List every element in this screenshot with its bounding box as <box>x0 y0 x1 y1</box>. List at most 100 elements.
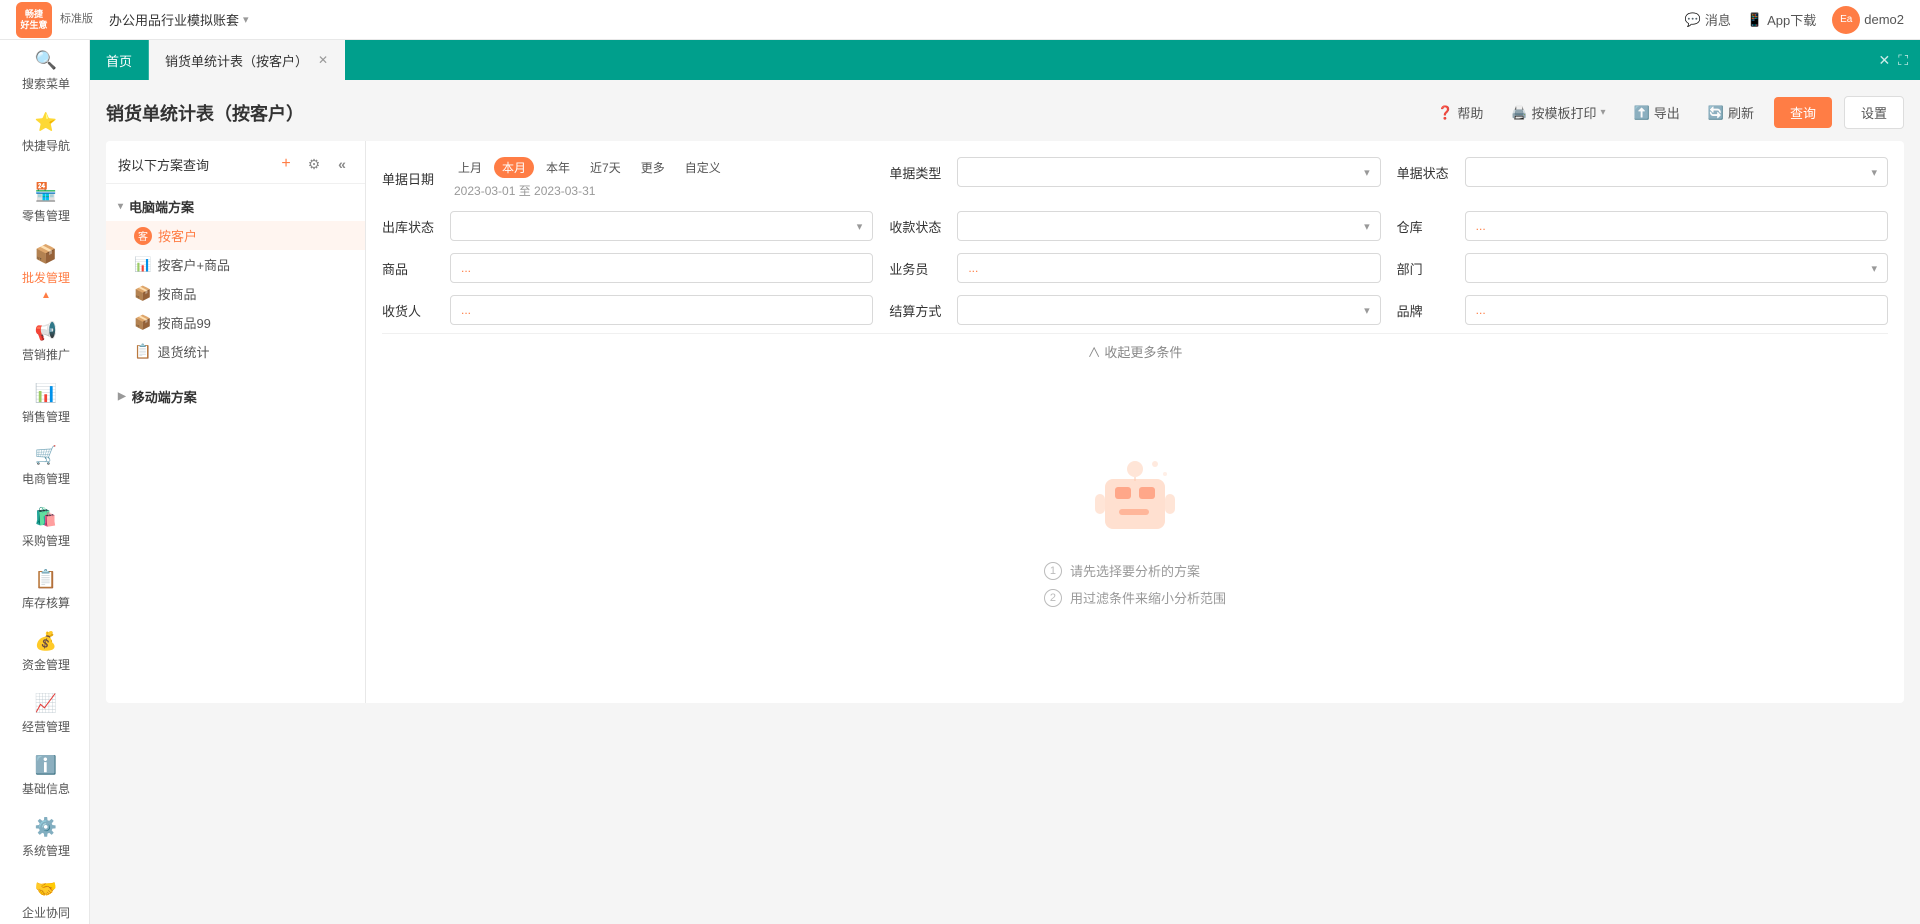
receiver-select[interactable]: ... <box>450 295 873 325</box>
sidebar-item-sales[interactable]: 📊 销售管理 <box>0 373 89 435</box>
purchase-icon: 🛍️ <box>35 507 57 528</box>
collapse-bar[interactable]: ∧ 收起更多条件 <box>382 333 1888 369</box>
settings-btn[interactable]: 设置 <box>1844 96 1904 129</box>
filter-receiver-item: 收货人 ... <box>382 295 873 325</box>
sidebar-item-purchase[interactable]: 🛍️ 采购管理 <box>0 497 89 559</box>
sidebar: 🔍 搜索菜单 ⭐ 快捷导航 🏪 零售管理 📦 批发管理 ▲ 📢 营销推广 📊 销… <box>0 40 90 924</box>
top-bar-left: 畅捷好生意 标准版 办公用品行业模拟账套 ▾ <box>16 2 249 38</box>
hint-text-2: 用过滤条件来缩小分析范围 <box>1070 588 1226 607</box>
tree-item-return-stats[interactable]: 📋 退货统计 <box>106 337 365 366</box>
tab-home[interactable]: 首页 <box>90 40 149 80</box>
app-download-btn[interactable]: 📱 App下载 <box>1747 10 1816 29</box>
date-tab-this-year[interactable]: 本年 <box>538 157 578 178</box>
date-tab-custom[interactable]: 自定义 <box>677 157 729 178</box>
sidebar-item-wholesale[interactable]: 📦 批发管理 ▲ <box>0 234 89 311</box>
company-selector[interactable]: 办公用品行业模拟账套 ▾ <box>109 10 249 29</box>
add-icon: + <box>281 155 290 173</box>
filter-brand-item: 品牌 ... <box>1397 295 1888 325</box>
right-filter-panel: 单据日期 上月 本月 本年 近7天 更多 自定义 20 <box>366 141 1904 703</box>
tree-group-desktop-label: 电脑端方案 <box>129 197 194 216</box>
content-area: 首页 销货单统计表（按客户） ✕ ✕ ⛶ 销货单统计表（按客户） ❓ 帮助 <box>90 40 1920 924</box>
warehouse-more: ... <box>1476 219 1486 233</box>
salesperson-select[interactable]: ... <box>957 253 1380 283</box>
query-btn[interactable]: 查询 <box>1774 97 1832 128</box>
brand-more: ... <box>1476 303 1486 317</box>
tree-item-by-customer-product[interactable]: 📊 按客户+商品 <box>106 250 365 279</box>
inventory-icon: 📋 <box>35 569 57 590</box>
collapse-up-icon: ∧ <box>1088 345 1101 360</box>
message-label: 消息 <box>1705 10 1731 29</box>
product-more: ... <box>461 261 471 275</box>
add-scheme-btn[interactable]: + <box>275 153 297 175</box>
out-status-chevron: ▾ <box>857 220 863 233</box>
sidebar-item-ecommerce[interactable]: 🛒 电商管理 <box>0 435 89 497</box>
doc-status-select[interactable]: ▾ <box>1465 157 1888 187</box>
warehouse-select[interactable]: ... <box>1465 211 1888 241</box>
brand-select[interactable]: ... <box>1465 295 1888 325</box>
enterprise-icon: 🤝 <box>35 879 57 900</box>
doc-type-select[interactable]: ▾ <box>957 157 1380 187</box>
filter-product-item: 商品 ... <box>382 253 873 283</box>
settings-scheme-btn[interactable]: ⚙ <box>303 153 325 175</box>
refresh-btn[interactable]: 🔄 刷新 <box>1700 99 1762 126</box>
payment-status-chevron: ▾ <box>1364 220 1370 233</box>
cust-prod-icon: 📊 <box>134 256 151 273</box>
help-btn[interactable]: ❓ 帮助 <box>1429 99 1491 126</box>
tree-item-by-customer[interactable]: 客 按客户 <box>106 221 365 250</box>
collapse-label: 收起更多条件 <box>1104 345 1182 360</box>
date-tab-this-month[interactable]: 本月 <box>494 157 534 178</box>
user-btn[interactable]: Ea demo2 <box>1832 6 1904 34</box>
payment-status-select[interactable]: ▾ <box>957 211 1380 241</box>
sidebar-item-finance[interactable]: 💰 资金管理 <box>0 621 89 683</box>
window-maximize-icon[interactable]: ⛶ <box>1898 52 1908 69</box>
product-icon: 📦 <box>134 285 151 302</box>
sidebar-item-retail[interactable]: 🏪 零售管理 <box>0 172 89 234</box>
sidebar-label-purchase: 采购管理 <box>22 532 70 549</box>
message-btn[interactable]: 💬 消息 <box>1685 10 1731 29</box>
sidebar-item-operations[interactable]: 📈 经营管理 <box>0 683 89 745</box>
window-close-icon[interactable]: ✕ <box>1878 52 1890 69</box>
tree-group-mobile[interactable]: ▶ 移动端方案 <box>106 382 365 411</box>
sidebar-item-basic[interactable]: ℹ️ 基础信息 <box>0 745 89 807</box>
collapse-panel-btn[interactable]: « <box>331 153 353 175</box>
tree-group-desktop[interactable]: ▾ 电脑端方案 <box>106 192 365 221</box>
sidebar-label-sales: 销售管理 <box>22 408 70 425</box>
settlement-select[interactable]: ▾ <box>957 295 1380 325</box>
tree-item-by-product[interactable]: 📦 按商品 <box>106 279 365 308</box>
template-print-btn[interactable]: 🖨️ 按模板打印 ▾ <box>1503 99 1613 126</box>
export-btn[interactable]: ⬆️ 导出 <box>1626 99 1688 126</box>
tab-home-label: 首页 <box>106 51 132 70</box>
export-label: 导出 <box>1654 103 1680 122</box>
date-range-display: 2023-03-01 至 2023-03-31 <box>454 182 873 199</box>
tree-item-by-product-99[interactable]: 📦 按商品99 <box>106 308 365 337</box>
date-tab-more[interactable]: 更多 <box>633 157 673 178</box>
hint-item-1: 1 请先选择要分析的方案 <box>1044 561 1226 580</box>
customer-tree-icon: 客 <box>134 227 152 245</box>
filter-row-4: 收货人 ... 结算方式 ▾ <box>382 295 1888 325</box>
tree-item-customer-label: 按客户 <box>158 226 197 245</box>
receiver-more: ... <box>461 303 471 317</box>
product-select[interactable]: ... <box>450 253 873 283</box>
avatar: Ea <box>1832 6 1860 34</box>
sidebar-label-enterprise: 企业协同 <box>22 904 70 921</box>
sidebar-item-search[interactable]: 🔍 搜索菜单 <box>0 40 89 102</box>
sidebar-item-shortcut[interactable]: ⭐ 快捷导航 <box>0 102 89 164</box>
sidebar-item-inventory[interactable]: 📋 库存核算 <box>0 559 89 621</box>
sales-icon: 📊 <box>35 383 57 404</box>
sidebar-item-system[interactable]: ⚙️ 系统管理 <box>0 807 89 869</box>
date-tab-last-month[interactable]: 上月 <box>450 157 490 178</box>
dept-select[interactable]: ▾ <box>1465 253 1888 283</box>
page-title: 销货单统计表（按客户） <box>106 100 304 126</box>
out-status-select[interactable]: ▾ <box>450 211 873 241</box>
help-label: 帮助 <box>1457 103 1483 122</box>
tree-group-mobile-label: 移动端方案 <box>132 387 197 406</box>
tab-close-icon[interactable]: ✕ <box>318 53 328 67</box>
settlement-chevron: ▾ <box>1364 304 1370 317</box>
app-logo: 畅捷好生意 <box>16 2 52 38</box>
tab-sales-stat[interactable]: 销货单统计表（按客户） ✕ <box>149 40 345 80</box>
date-tab-last-7-days[interactable]: 近7天 <box>582 157 629 178</box>
left-panel-title: 按以下方案查询 <box>118 155 209 174</box>
sidebar-item-marketing[interactable]: 📢 营销推广 <box>0 311 89 373</box>
sidebar-item-enterprise[interactable]: 🤝 企业协同 <box>0 869 89 924</box>
tree-section-desktop: ▾ 电脑端方案 客 按客户 📊 按客户+商品 📦 <box>106 184 365 374</box>
